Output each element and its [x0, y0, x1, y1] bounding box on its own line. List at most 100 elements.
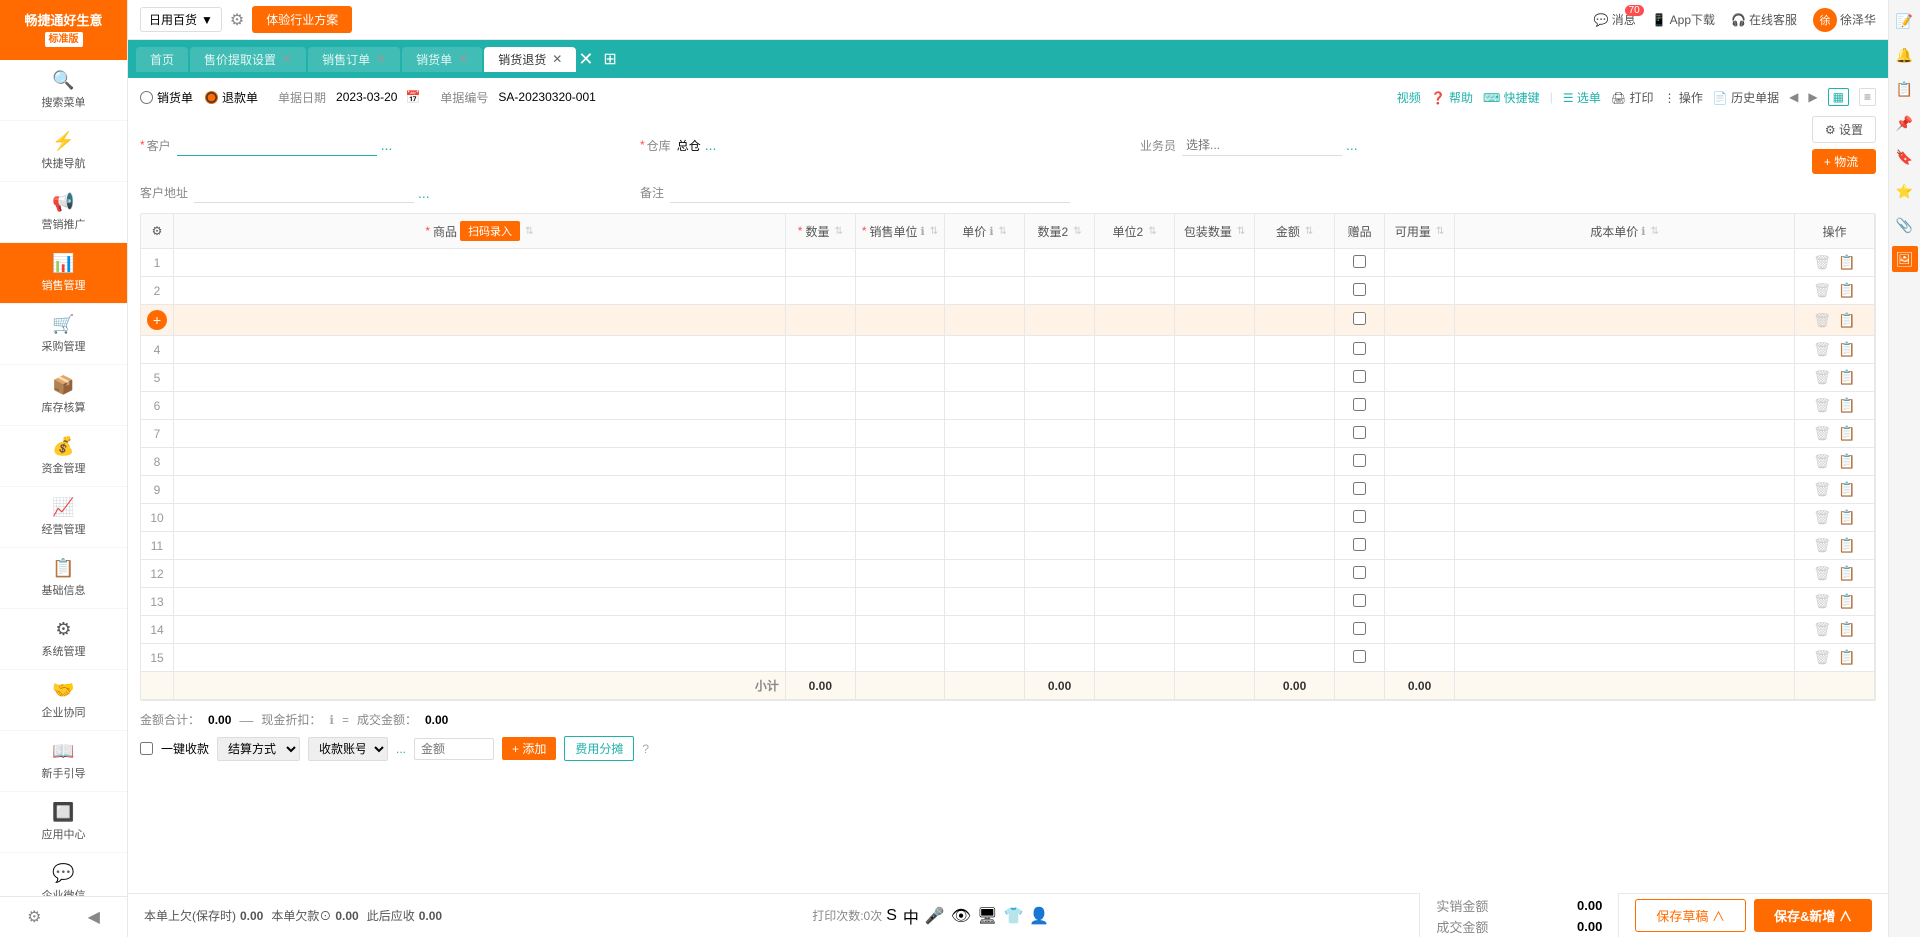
- industry-select[interactable]: 日用百货 ▼: [140, 7, 222, 32]
- row-gift-8[interactable]: [1335, 448, 1385, 476]
- product-input-10[interactable]: [180, 511, 779, 525]
- row-gift-13[interactable]: [1335, 588, 1385, 616]
- right-panel-icon-1[interactable]: 📝: [1892, 8, 1918, 34]
- product-input-4[interactable]: [180, 343, 779, 357]
- copy-row-10-icon[interactable]: 📋: [1838, 509, 1855, 525]
- app-download-btn[interactable]: 📱 App下载: [1652, 11, 1715, 28]
- tab-3[interactable]: 销货单✕: [402, 47, 482, 72]
- tab-close-3[interactable]: ✕: [458, 52, 468, 66]
- online-service-btn[interactable]: 🎧 在线客服: [1731, 11, 1797, 28]
- address-dots[interactable]: ...: [418, 185, 430, 201]
- radio-sales-return[interactable]: 销货单: [140, 89, 193, 106]
- unit2-sort[interactable]: ⇅: [1148, 226, 1156, 237]
- row-gift-9[interactable]: [1335, 476, 1385, 504]
- mic-icon[interactable]: 🎤: [925, 906, 945, 926]
- row-product-7[interactable]: [174, 420, 786, 448]
- pkgqty-sort[interactable]: ⇅: [1237, 226, 1245, 237]
- tab-0[interactable]: 首页: [136, 47, 188, 72]
- toolbar-print[interactable]: 🖨 打印: [1611, 89, 1654, 106]
- row-gift-5[interactable]: [1335, 364, 1385, 392]
- price-sort[interactable]: ⇅: [999, 226, 1007, 237]
- customer-input[interactable]: [177, 135, 377, 156]
- row-gift-15[interactable]: [1335, 644, 1385, 672]
- sidebar-item-基础信息[interactable]: 📋基础信息: [0, 548, 127, 609]
- gift-checkbox-12[interactable]: [1353, 566, 1366, 579]
- wuliu-btn[interactable]: + 物流: [1812, 149, 1876, 174]
- sidebar-item-企业协同[interactable]: 🤝企业协同: [0, 670, 127, 731]
- row-gift-14[interactable]: [1335, 616, 1385, 644]
- delete-row-8-icon[interactable]: 🗑: [1813, 453, 1831, 469]
- row-product-2[interactable]: [174, 277, 786, 305]
- right-panel-icon-4[interactable]: 📌: [1892, 110, 1918, 136]
- copy-row-7-icon[interactable]: 📋: [1838, 425, 1855, 441]
- delete-row-13-icon[interactable]: 🗑: [1813, 593, 1831, 609]
- add-payment-btn[interactable]: + 添加: [502, 737, 556, 760]
- customer-dots[interactable]: ...: [381, 137, 393, 153]
- copy-row-5-icon[interactable]: 📋: [1838, 369, 1855, 385]
- delete-row-11-icon[interactable]: 🗑: [1813, 537, 1831, 553]
- person-icon[interactable]: 👤: [1029, 906, 1049, 926]
- delete-row-6-icon[interactable]: 🗑: [1813, 397, 1831, 413]
- remark-input[interactable]: [670, 182, 1070, 203]
- gift-checkbox-15[interactable]: [1353, 650, 1366, 663]
- save-draft-btn[interactable]: 保存草稿 ∧: [1635, 899, 1746, 932]
- copy-row-3-icon[interactable]: 📋: [1838, 312, 1855, 328]
- settings-btn[interactable]: ⚙ 设置: [1812, 116, 1876, 143]
- row-product-11[interactable]: [174, 532, 786, 560]
- qty2-sort[interactable]: ⇅: [1073, 226, 1081, 237]
- right-panel-icon-2[interactable]: 🔔: [1892, 42, 1918, 68]
- row-product-9[interactable]: [174, 476, 786, 504]
- delete-row-4-icon[interactable]: 🗑: [1813, 341, 1831, 357]
- row-gift-10[interactable]: [1335, 504, 1385, 532]
- costprice-info-icon[interactable]: ℹ: [1641, 225, 1645, 238]
- delete-row-10-icon[interactable]: 🗑: [1813, 509, 1831, 525]
- product-input-15[interactable]: [180, 651, 779, 665]
- sidebar-settings-icon[interactable]: ⚙: [27, 907, 41, 927]
- tab-close-4[interactable]: ✕: [552, 52, 562, 66]
- gift-checkbox-6[interactable]: [1353, 398, 1366, 411]
- gift-checkbox-14[interactable]: [1353, 622, 1366, 635]
- topbar-settings-icon[interactable]: ⚙: [230, 10, 244, 30]
- costprice-sort[interactable]: ⇅: [1650, 226, 1658, 237]
- gift-checkbox-3[interactable]: [1353, 312, 1366, 325]
- copy-row-6-icon[interactable]: 📋: [1838, 397, 1855, 413]
- product-input-2[interactable]: [180, 284, 779, 298]
- right-panel-icon-6[interactable]: ⭐: [1892, 178, 1918, 204]
- account-dots[interactable]: ...: [396, 742, 406, 756]
- one-click-payment-checkbox[interactable]: [140, 742, 153, 755]
- sidebar-item-采购管理[interactable]: 🛒采购管理: [0, 304, 127, 365]
- price-info-icon[interactable]: ℹ: [989, 225, 993, 238]
- gift-checkbox-7[interactable]: [1353, 426, 1366, 439]
- toolbar-video[interactable]: 视频: [1397, 89, 1421, 106]
- toolbar-operate[interactable]: ⋮ 操作: [1664, 89, 1703, 106]
- row-product-13[interactable]: [174, 588, 786, 616]
- row-product-10[interactable]: [174, 504, 786, 532]
- copy-row-8-icon[interactable]: 📋: [1838, 453, 1855, 469]
- prev-record-icon[interactable]: ◀: [1789, 90, 1798, 104]
- row-gift-1[interactable]: [1335, 249, 1385, 277]
- sidebar-item-企业微信[interactable]: 💬企业微信: [0, 853, 127, 896]
- expand-tabs-icon[interactable]: ⊞: [603, 49, 616, 69]
- row-gift-4[interactable]: [1335, 336, 1385, 364]
- row-product-12[interactable]: [174, 560, 786, 588]
- gift-checkbox-11[interactable]: [1353, 538, 1366, 551]
- copy-row-15-icon[interactable]: 📋: [1838, 649, 1855, 665]
- message-btn[interactable]: 💬 消息 70: [1594, 11, 1636, 28]
- delete-row-9-icon[interactable]: 🗑: [1813, 481, 1831, 497]
- experience-btn[interactable]: 体验行业方案: [252, 6, 352, 33]
- radio-refund[interactable]: 退款单: [205, 89, 258, 106]
- row-product-14[interactable]: [174, 616, 786, 644]
- staff-input[interactable]: [1182, 135, 1342, 156]
- toolbar-select[interactable]: ☰ 选单: [1563, 89, 1601, 106]
- sidebar-item-应用中心[interactable]: 🔲应用中心: [0, 792, 127, 853]
- sidebar-collapse-icon[interactable]: ◀: [88, 907, 100, 927]
- screen-icon[interactable]: 🖥: [977, 906, 997, 926]
- row-product-1[interactable]: [174, 249, 786, 277]
- product-input-5[interactable]: [180, 371, 779, 385]
- copy-row-12-icon[interactable]: 📋: [1838, 565, 1855, 581]
- copy-row-14-icon[interactable]: 📋: [1838, 621, 1855, 637]
- qty-sort[interactable]: ⇅: [834, 226, 842, 237]
- sidebar-item-资金管理[interactable]: 💰资金管理: [0, 426, 127, 487]
- product-sort[interactable]: ⇅: [525, 226, 533, 237]
- warehouse-dots[interactable]: ...: [705, 137, 717, 153]
